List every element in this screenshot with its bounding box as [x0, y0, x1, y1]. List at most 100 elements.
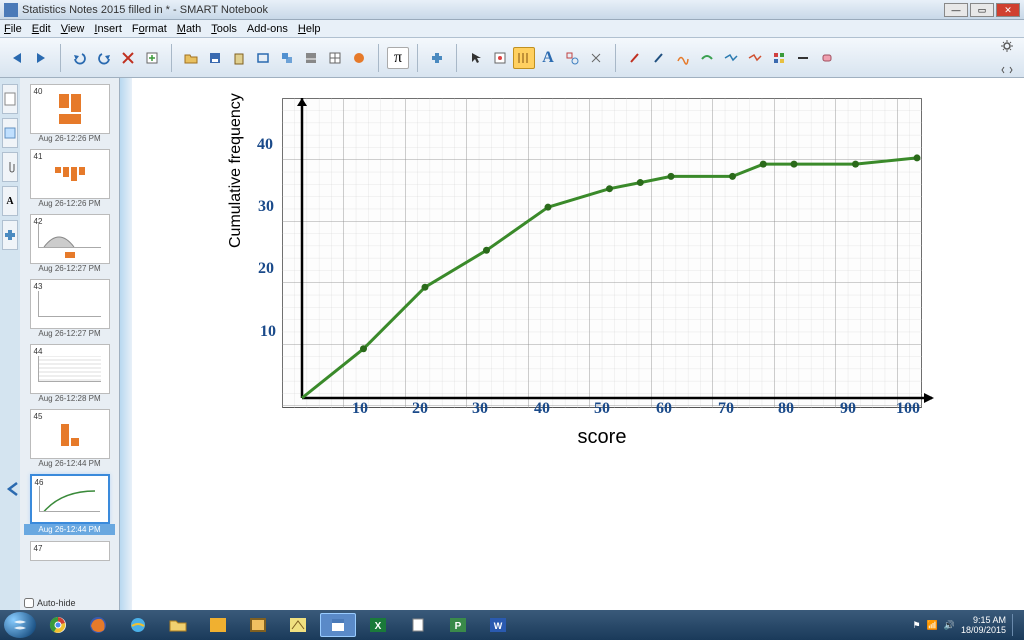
start-button[interactable]	[4, 612, 36, 638]
thumbnail-46[interactable]: 46	[30, 474, 110, 524]
tray-flag-icon[interactable]: ⚑	[912, 620, 920, 631]
regular-polygon-tool[interactable]	[585, 47, 607, 69]
delete-button[interactable]	[117, 47, 139, 69]
tray-volume-icon[interactable]: 🔊	[944, 620, 955, 631]
gallery-tab[interactable]	[2, 118, 18, 148]
paste-button[interactable]	[228, 47, 250, 69]
menu-help[interactable]: Help	[298, 23, 321, 35]
menu-insert[interactable]: Insert	[94, 23, 122, 35]
menu-tools[interactable]: Tools	[211, 23, 237, 35]
minimize-button[interactable]: —	[944, 3, 968, 17]
thumbnail-40[interactable]: 40	[30, 84, 110, 134]
new-page-button[interactable]	[141, 47, 163, 69]
taskbar-app2[interactable]	[240, 613, 276, 637]
taskbar-app3[interactable]	[280, 613, 316, 637]
attachments-tab[interactable]	[2, 152, 18, 182]
line-style2[interactable]	[744, 47, 766, 69]
svg-text:W: W	[494, 621, 503, 631]
next-page-button[interactable]	[30, 47, 52, 69]
taskbar-explorer[interactable]	[160, 613, 196, 637]
save-button[interactable]	[204, 47, 226, 69]
text-color-button[interactable]	[489, 47, 511, 69]
taskbar-word[interactable]: W	[480, 613, 516, 637]
menu-view[interactable]: View	[61, 23, 85, 35]
thumbnail-47[interactable]: 47	[30, 541, 110, 561]
highlighter-tool[interactable]	[696, 47, 718, 69]
tray-network-icon[interactable]: 📶	[927, 620, 938, 631]
ytick-10: 10	[260, 323, 276, 341]
system-tray: ⚑ 📶 🔊 9:15 AM 18/09/2015	[912, 614, 1020, 636]
autohide-checkbox[interactable]	[24, 598, 34, 608]
select-tool[interactable]	[465, 47, 487, 69]
line-tool[interactable]	[792, 47, 814, 69]
thumbnail-41[interactable]: 41	[30, 149, 110, 199]
xtick-90: 90	[840, 400, 856, 418]
thumbnail-45[interactable]: 45	[30, 409, 110, 459]
menu-addons[interactable]: Add-ons	[247, 23, 288, 35]
math-pi-button[interactable]: π	[387, 47, 409, 69]
screen-shade-button[interactable]	[300, 47, 322, 69]
side-tab-dock: A	[0, 78, 20, 250]
window-titlebar: Statistics Notes 2015 filled in * - SMAR…	[0, 0, 1024, 20]
menu-bar: File Edit View Insert Format Math Tools …	[0, 20, 1024, 38]
chart-svg	[282, 98, 942, 418]
autohide-toggle[interactable]: Auto-hide	[24, 598, 76, 608]
thumbnail-caption: Aug 26-12:28 PM	[24, 394, 115, 403]
thumbnail-43[interactable]: 43	[30, 279, 110, 329]
pen-tool[interactable]	[624, 47, 646, 69]
color-picker[interactable]	[768, 47, 790, 69]
taskbar-chrome[interactable]	[40, 613, 76, 637]
table-button[interactable]	[324, 47, 346, 69]
text-tool[interactable]: A	[537, 47, 559, 69]
thumbnail-caption: Aug 26-12:44 PM	[24, 524, 115, 535]
show-desktop-button[interactable]	[1012, 614, 1020, 636]
menu-file[interactable]: File	[4, 23, 22, 35]
page-sorter-tab[interactable]	[2, 84, 18, 114]
xtick-100: 100	[896, 400, 920, 418]
creative-pen-tool[interactable]	[672, 47, 694, 69]
taskbar-ie[interactable]	[120, 613, 156, 637]
taskbar-clock[interactable]: 9:15 AM 18/09/2015	[961, 615, 1006, 635]
taskbar-firefox[interactable]	[80, 613, 116, 637]
addon-button[interactable]	[426, 47, 448, 69]
xtick-40: 40	[534, 400, 550, 418]
maximize-button[interactable]: ▭	[970, 3, 994, 17]
close-button[interactable]: ✕	[996, 3, 1020, 17]
collapse-panel-button[interactable]	[3, 480, 25, 502]
taskbar-excel[interactable]: X	[360, 613, 396, 637]
eraser-tool[interactable]	[816, 47, 838, 69]
thumbnail-42[interactable]: 42	[30, 214, 110, 264]
taskbar-app4[interactable]	[400, 613, 436, 637]
doc-camera-button[interactable]	[276, 47, 298, 69]
svg-text:X: X	[375, 621, 382, 632]
page-canvas[interactable]: Cumulative frequency	[120, 78, 1024, 610]
addons-tab[interactable]	[2, 220, 18, 250]
window-controls: — ▭ ✕	[944, 3, 1020, 17]
pen2-tool[interactable]	[648, 47, 670, 69]
ytick-40: 40	[257, 136, 273, 154]
line-style1[interactable]	[720, 47, 742, 69]
xtick-20: 20	[412, 400, 428, 418]
prev-page-button[interactable]	[6, 47, 28, 69]
thumbnail-caption: Aug 26-12:44 PM	[24, 459, 115, 468]
xtick-30: 30	[472, 400, 488, 418]
menu-math[interactable]: Math	[177, 23, 201, 35]
taskbar-app5[interactable]: P	[440, 613, 476, 637]
screen-capture-button[interactable]	[252, 47, 274, 69]
taskbar-smart[interactable]	[320, 613, 356, 637]
thumbnail-44[interactable]: 44	[30, 344, 110, 394]
undo-button[interactable]	[69, 47, 91, 69]
xtick-70: 70	[718, 400, 734, 418]
measure-tool[interactable]	[513, 47, 535, 69]
menu-format[interactable]: Format	[132, 23, 167, 35]
open-button[interactable]	[180, 47, 202, 69]
menu-edit[interactable]: Edit	[32, 23, 51, 35]
xtick-60: 60	[656, 400, 672, 418]
shapes-tool[interactable]	[561, 47, 583, 69]
response-button[interactable]	[348, 47, 370, 69]
redo-button[interactable]	[93, 47, 115, 69]
settings-gear-button[interactable]	[996, 35, 1018, 57]
taskbar-app1[interactable]	[200, 613, 236, 637]
properties-tab[interactable]: A	[2, 186, 18, 216]
windows-taskbar: X P W ⚑ 📶 🔊 9:15 AM 18/09/2015	[0, 610, 1024, 640]
